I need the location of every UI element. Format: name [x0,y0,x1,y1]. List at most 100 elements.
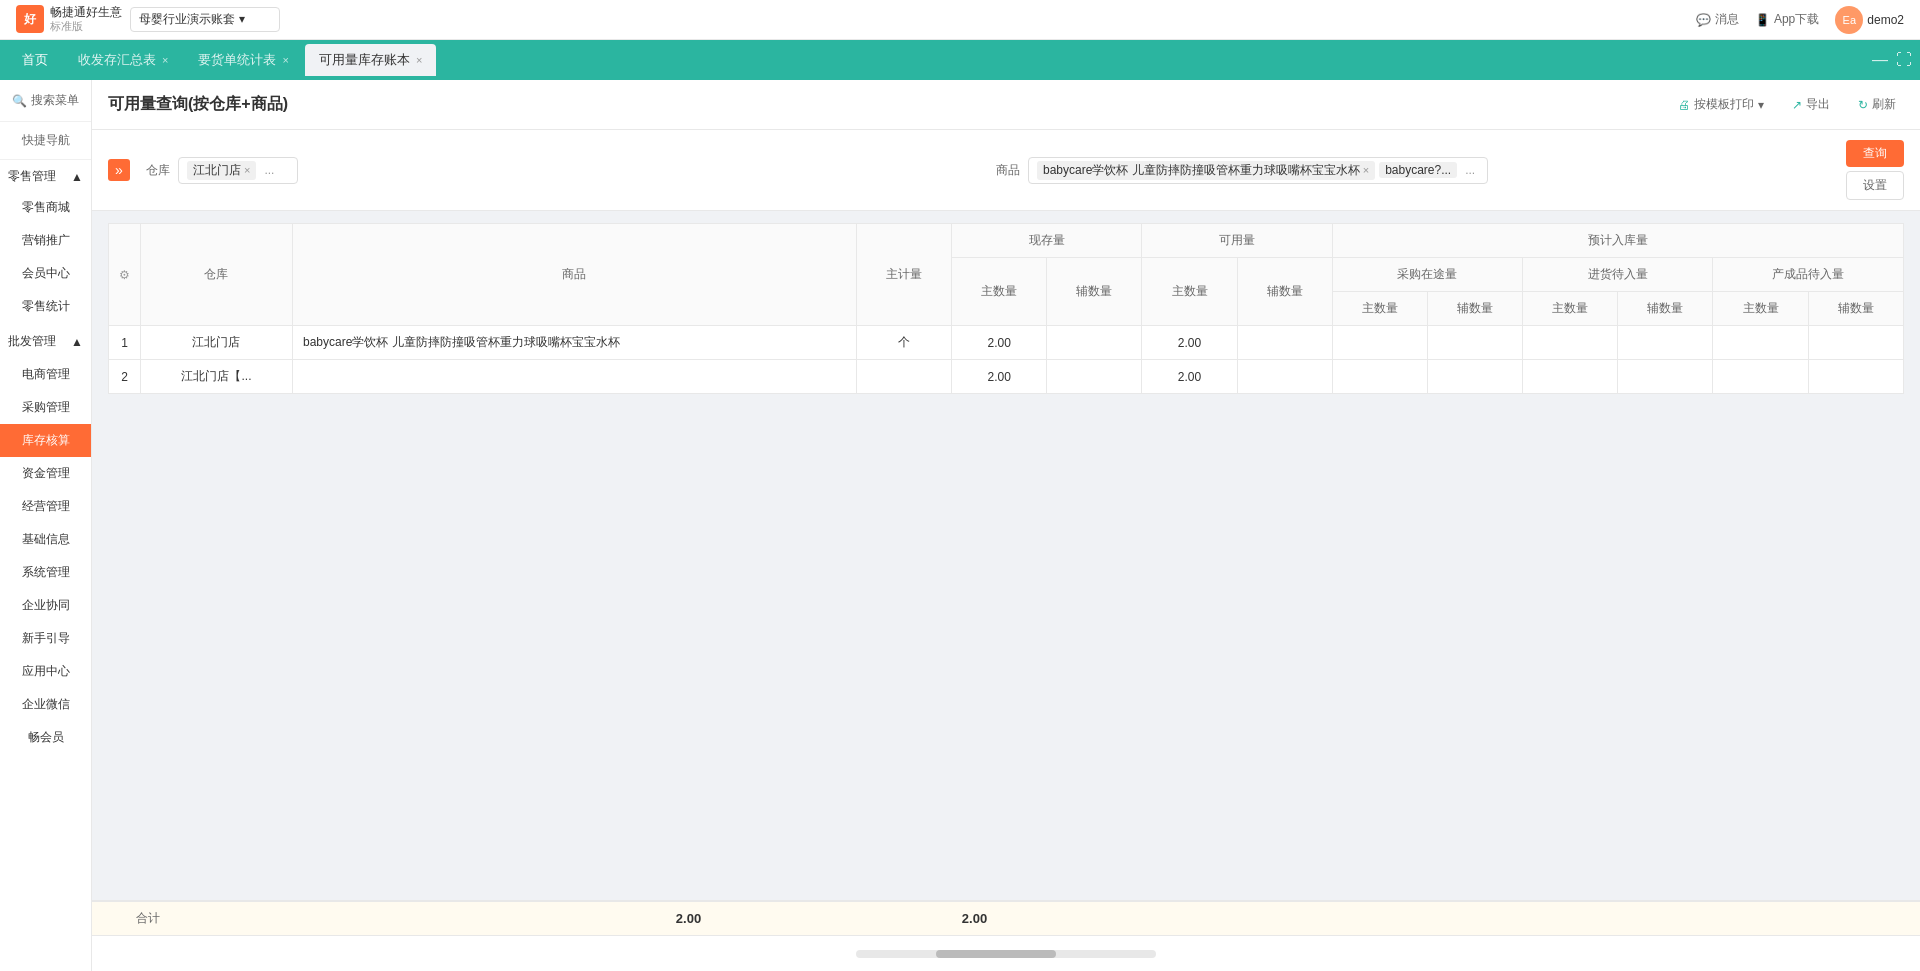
print-action[interactable]: 🖨 按模板打印 ▾ [1670,92,1772,117]
sidebar-item-members[interactable]: 会员中心 [0,257,91,290]
cell-unit-1 [856,360,951,394]
sidebar-item-system-label: 系统管理 [22,564,70,581]
page-header: 可用量查询(按仓库+商品) 🖨 按模板打印 ▾ ↗ 导出 ↻ 刷新 [92,80,1920,130]
product-tag-1: babycare学饮杯 儿童防摔防撞吸管杯重力球吸嘴杯宝宝水杯 × [1037,161,1375,180]
user-name: demo2 [1867,13,1904,27]
cell-product-0: babycare学饮杯 儿童防摔防撞吸管杯重力球吸嘴杯宝宝水杯 [292,326,856,360]
nav-minimize-icon[interactable]: — [1872,51,1888,69]
sidebar-item-guide[interactable]: 新手引导 [0,622,91,655]
cell-stock-main-1: 2.00 [952,360,1047,394]
query-button[interactable]: 查询 [1846,140,1904,167]
cell-produced-main-0 [1713,326,1808,360]
sidebar-item-retail-stats-label: 零售统计 [22,298,70,315]
product-tag-1-value: babycare学饮杯 儿童防摔防撞吸管杯重力球吸嘴杯宝宝水杯 [1043,162,1360,179]
th-product: 商品 [292,224,856,326]
cell-index-0: 1 [109,326,141,360]
cell-avail-main-1: 2.00 [1142,360,1237,394]
warehouse-filter-input[interactable]: 江北门店 × ... [178,157,298,184]
tab-available-stock-close[interactable]: × [416,54,422,66]
sidebar-item-inventory[interactable]: 库存核算 [0,424,91,457]
sidebar: 🔍 搜索菜单 快捷导航 零售管理 ▲ 零售商城 营销推广 会员中心 零售统计 [0,80,92,971]
footer-stock-total: 2.00 [617,911,760,926]
tab-stock-summary-close[interactable]: × [162,54,168,66]
warehouse-more-btn[interactable]: ... [260,163,278,177]
store-selector[interactable]: 母婴行业演示账套 ▾ [130,7,280,32]
sidebar-group-wholesale[interactable]: 批发管理 ▲ [0,327,91,356]
th-purchase-sub: 采购在途量 [1332,258,1522,292]
warehouse-tag-close[interactable]: × [244,164,250,176]
sidebar-item-retail-stats[interactable]: 零售统计 [0,290,91,323]
sidebar-item-system[interactable]: 系统管理 [0,556,91,589]
sidebar-item-marketing[interactable]: 营销推广 [0,224,91,257]
sidebar-item-vip[interactable]: 畅会员 [0,721,91,754]
cell-inbound-main-1 [1523,360,1618,394]
sidebar-item-retail-mall[interactable]: 零售商城 [0,191,91,224]
th-stock-aux: 辅数量 [1047,258,1142,326]
print-icon: 🖨 [1678,98,1690,112]
sidebar-item-app-center[interactable]: 应用中心 [0,655,91,688]
sidebar-item-finance[interactable]: 资金管理 [0,457,91,490]
sidebar-group-wholesale-label: 批发管理 [8,333,56,350]
refresh-icon: ↻ [1858,98,1868,112]
tab-available-stock[interactable]: 可用量库存账本 × [305,44,436,76]
sidebar-item-retail-mall-label: 零售商城 [22,199,70,216]
sidebar-item-basic-info[interactable]: 基础信息 [0,523,91,556]
cell-inbound-main-0 [1523,326,1618,360]
warehouse-tag-value: 江北门店 [193,162,241,179]
tab-home[interactable]: 首页 [8,44,62,76]
product-more-btn[interactable]: ... [1461,163,1479,177]
sidebar-item-vip-label: 畅会员 [28,729,64,746]
setting-button[interactable]: 设置 [1846,171,1904,200]
export-label: 导出 [1806,96,1830,113]
scrollbar-wrap[interactable] [856,950,1156,958]
print-dropdown-icon: ▾ [1758,98,1764,112]
sidebar-item-app-center-label: 应用中心 [22,663,70,680]
th-produced-aux: 辅数量 [1808,292,1903,326]
tab-order-stats[interactable]: 要货单统计表 × [184,44,302,76]
sidebar-item-ecommerce[interactable]: 电商管理 [0,358,91,391]
refresh-action[interactable]: ↻ 刷新 [1850,92,1904,117]
top-bar: 好 畅捷通好生意 标准版 母婴行业演示账套 ▾ 💬 消息 📱 App下载 Ea … [0,0,1920,40]
product-tag-2-value: babycare?... [1385,163,1451,177]
warehouse-filter-label: 仓库 [146,162,170,179]
message-icon: 💬 [1696,13,1711,27]
user-action[interactable]: Ea demo2 [1835,6,1904,34]
th-unit: 主计量 [856,224,951,326]
tab-stock-summary[interactable]: 收发存汇总表 × [64,44,182,76]
table-settings-icon[interactable]: ⚙ [119,268,130,282]
th-avail-aux: 辅数量 [1237,258,1332,326]
product-filter-input[interactable]: babycare学饮杯 儿童防摔防撞吸管杯重力球吸嘴杯宝宝水杯 × babyca… [1028,157,1488,184]
tab-order-stats-close[interactable]: × [282,54,288,66]
footer-values: 2.00 2.00 [188,911,1904,926]
sidebar-item-operations[interactable]: 经营管理 [0,490,91,523]
th-inbound-aux: 辅数量 [1618,292,1713,326]
sidebar-item-basic-info-label: 基础信息 [22,531,70,548]
sidebar-item-wechat-label: 企业微信 [22,696,70,713]
logo-text-block: 畅捷通好生意 标准版 [50,5,122,34]
search-menu-button[interactable]: 🔍 搜索菜单 [8,88,83,113]
export-action[interactable]: ↗ 导出 [1784,92,1838,117]
sidebar-quick-nav-item[interactable]: 快捷导航 [0,126,91,155]
footer-avail-total: 2.00 [903,911,1046,926]
sidebar-item-purchase[interactable]: 采购管理 [0,391,91,424]
nav-maximize-icon[interactable]: ⛶ [1896,51,1912,69]
print-label: 按模板打印 [1694,96,1754,113]
th-settings: ⚙ [109,224,141,326]
th-purchase-main: 主数量 [1332,292,1427,326]
table-footer: 合计 2.00 2.00 [92,900,1920,935]
sidebar-item-enterprise-label: 企业协同 [22,597,70,614]
message-action[interactable]: 💬 消息 [1696,11,1739,28]
download-action[interactable]: 📱 App下载 [1755,11,1819,28]
th-inbound-sub: 进货待入量 [1523,258,1713,292]
th-produced-main: 主数量 [1713,292,1808,326]
cell-purchase-main-0 [1332,326,1427,360]
sidebar-item-wechat[interactable]: 企业微信 [0,688,91,721]
sidebar-group-retail-label: 零售管理 [8,168,56,185]
th-warehouse: 仓库 [141,224,293,326]
th-purchase-aux: 辅数量 [1427,292,1522,326]
sidebar-item-enterprise[interactable]: 企业协同 [0,589,91,622]
sidebar-group-retail[interactable]: 零售管理 ▲ [0,162,91,191]
th-inbound-main: 主数量 [1523,292,1618,326]
filter-expand-button[interactable]: » [108,159,130,181]
product-tag-1-close[interactable]: × [1363,164,1369,176]
